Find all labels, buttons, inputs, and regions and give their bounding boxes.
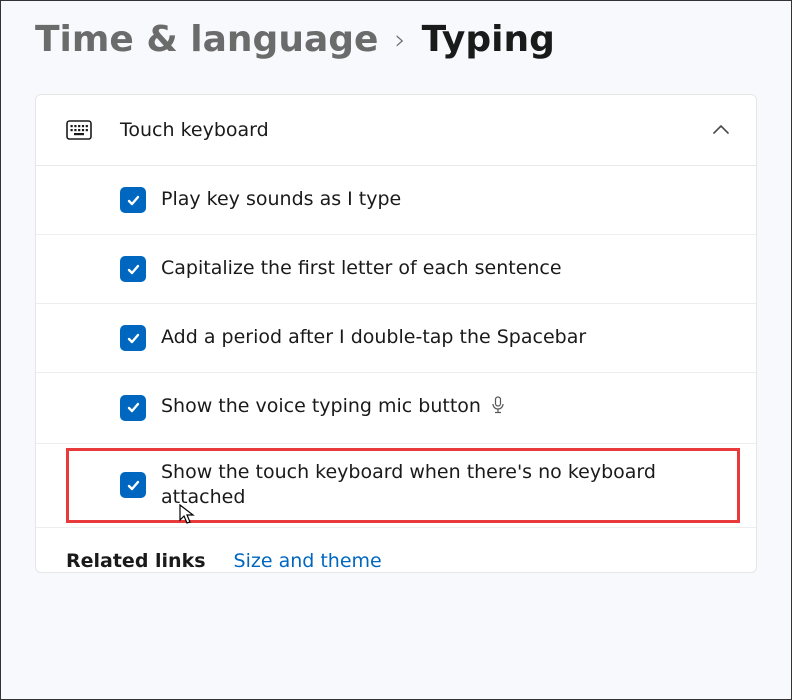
breadcrumb: Time & language › Typing bbox=[35, 19, 757, 60]
section-title: Touch keyboard bbox=[120, 119, 712, 141]
option-label: Add a period after I double-tap the Spac… bbox=[161, 325, 586, 351]
option-show-touch-keyboard[interactable]: Show the touch keyboard when there's no … bbox=[36, 444, 756, 528]
checkbox-voice-mic[interactable] bbox=[120, 395, 146, 421]
option-play-key-sounds[interactable]: Play key sounds as I type bbox=[36, 166, 756, 235]
related-links-heading: Related links bbox=[66, 550, 206, 572]
option-label: Show the voice typing mic button bbox=[161, 394, 505, 422]
related-links-row: Related links Size and theme bbox=[36, 528, 756, 572]
option-label: Capitalize the first letter of each sent… bbox=[161, 256, 562, 282]
checkbox-show-touch-keyboard[interactable] bbox=[120, 472, 146, 498]
option-capitalize-first-letter[interactable]: Capitalize the first letter of each sent… bbox=[36, 235, 756, 304]
option-voice-mic[interactable]: Show the voice typing mic button bbox=[36, 373, 756, 444]
breadcrumb-parent-link[interactable]: Time & language bbox=[35, 19, 378, 60]
checkbox-play-key-sounds[interactable] bbox=[120, 187, 146, 213]
checkbox-add-period[interactable] bbox=[120, 325, 146, 351]
option-label: Play key sounds as I type bbox=[161, 187, 401, 213]
checkbox-capitalize[interactable] bbox=[120, 256, 146, 282]
option-add-period[interactable]: Add a period after I double-tap the Spac… bbox=[36, 304, 756, 373]
microphone-icon bbox=[491, 396, 505, 422]
page-title: Typing bbox=[422, 19, 555, 60]
option-label: Show the touch keyboard when there's no … bbox=[161, 460, 681, 511]
size-and-theme-link[interactable]: Size and theme bbox=[234, 550, 382, 572]
settings-window: Time & language › Typing bbox=[0, 0, 792, 700]
touch-keyboard-header[interactable]: Touch keyboard bbox=[36, 95, 756, 166]
touch-keyboard-card: Touch keyboard Play key sounds as I type… bbox=[35, 94, 757, 573]
keyboard-icon bbox=[66, 120, 92, 140]
chevron-right-icon: › bbox=[394, 23, 405, 56]
chevron-up-icon bbox=[712, 121, 730, 140]
